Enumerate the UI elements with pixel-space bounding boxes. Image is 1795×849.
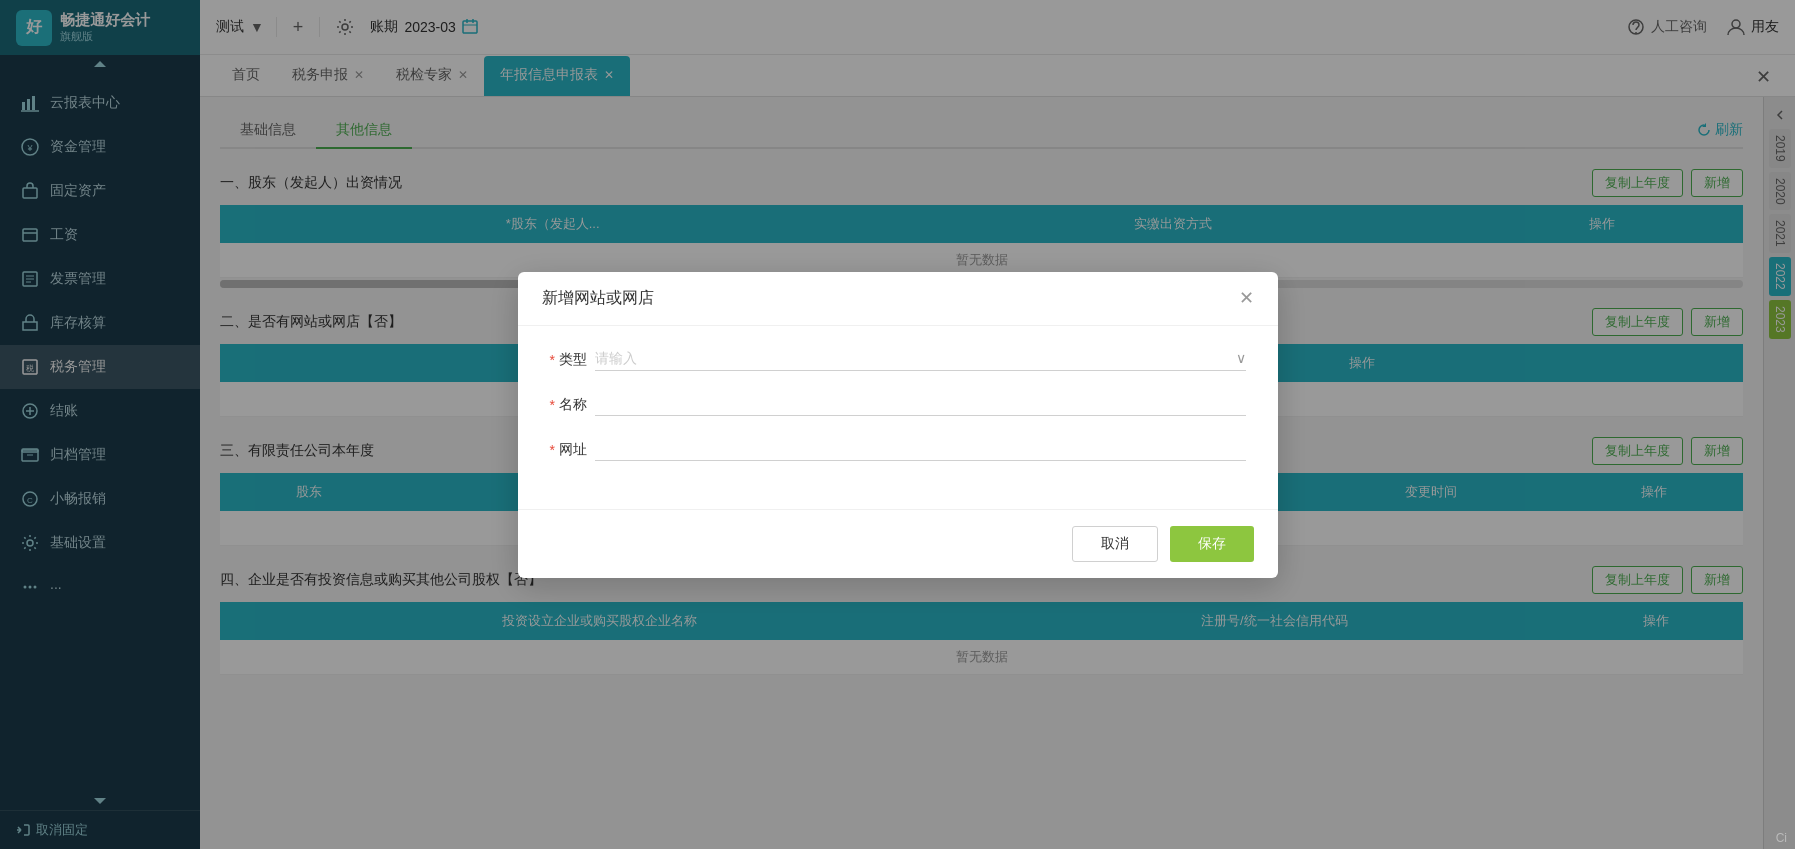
type-input-wrapper[interactable]: ∨ xyxy=(595,350,1246,371)
modal-header: 新增网站或网店 ✕ xyxy=(518,272,1278,326)
required-marker: * xyxy=(550,352,555,368)
dropdown-icon[interactable]: ∨ xyxy=(1236,350,1246,366)
url-field: * 网址 xyxy=(550,440,1246,461)
type-input[interactable] xyxy=(595,350,1236,366)
watermark: Ci xyxy=(1768,827,1795,849)
required-marker-3: * xyxy=(550,442,555,458)
modal-body: * 类型 ∨ * 名称 * 网址 xyxy=(518,326,1278,509)
cancel-button[interactable]: 取消 xyxy=(1072,526,1158,562)
save-button[interactable]: 保存 xyxy=(1170,526,1254,562)
type-field: * 类型 ∨ xyxy=(550,350,1246,371)
name-input[interactable] xyxy=(595,395,1246,411)
modal-footer: 取消 保存 xyxy=(518,509,1278,578)
name-field: * 名称 xyxy=(550,395,1246,416)
url-input[interactable] xyxy=(595,440,1246,456)
name-label: 名称 xyxy=(559,396,587,414)
modal-close-button[interactable]: ✕ xyxy=(1239,289,1254,307)
url-input-wrapper[interactable] xyxy=(595,440,1246,461)
modal-dialog: 新增网站或网店 ✕ * 类型 ∨ * 名称 xyxy=(518,272,1278,578)
required-marker-2: * xyxy=(550,397,555,413)
url-label: 网址 xyxy=(559,441,587,459)
modal-overlay[interactable]: 新增网站或网店 ✕ * 类型 ∨ * 名称 xyxy=(0,0,1795,849)
name-input-wrapper[interactable] xyxy=(595,395,1246,416)
modal-title: 新增网站或网店 xyxy=(542,288,654,309)
type-label: 类型 xyxy=(559,351,587,369)
